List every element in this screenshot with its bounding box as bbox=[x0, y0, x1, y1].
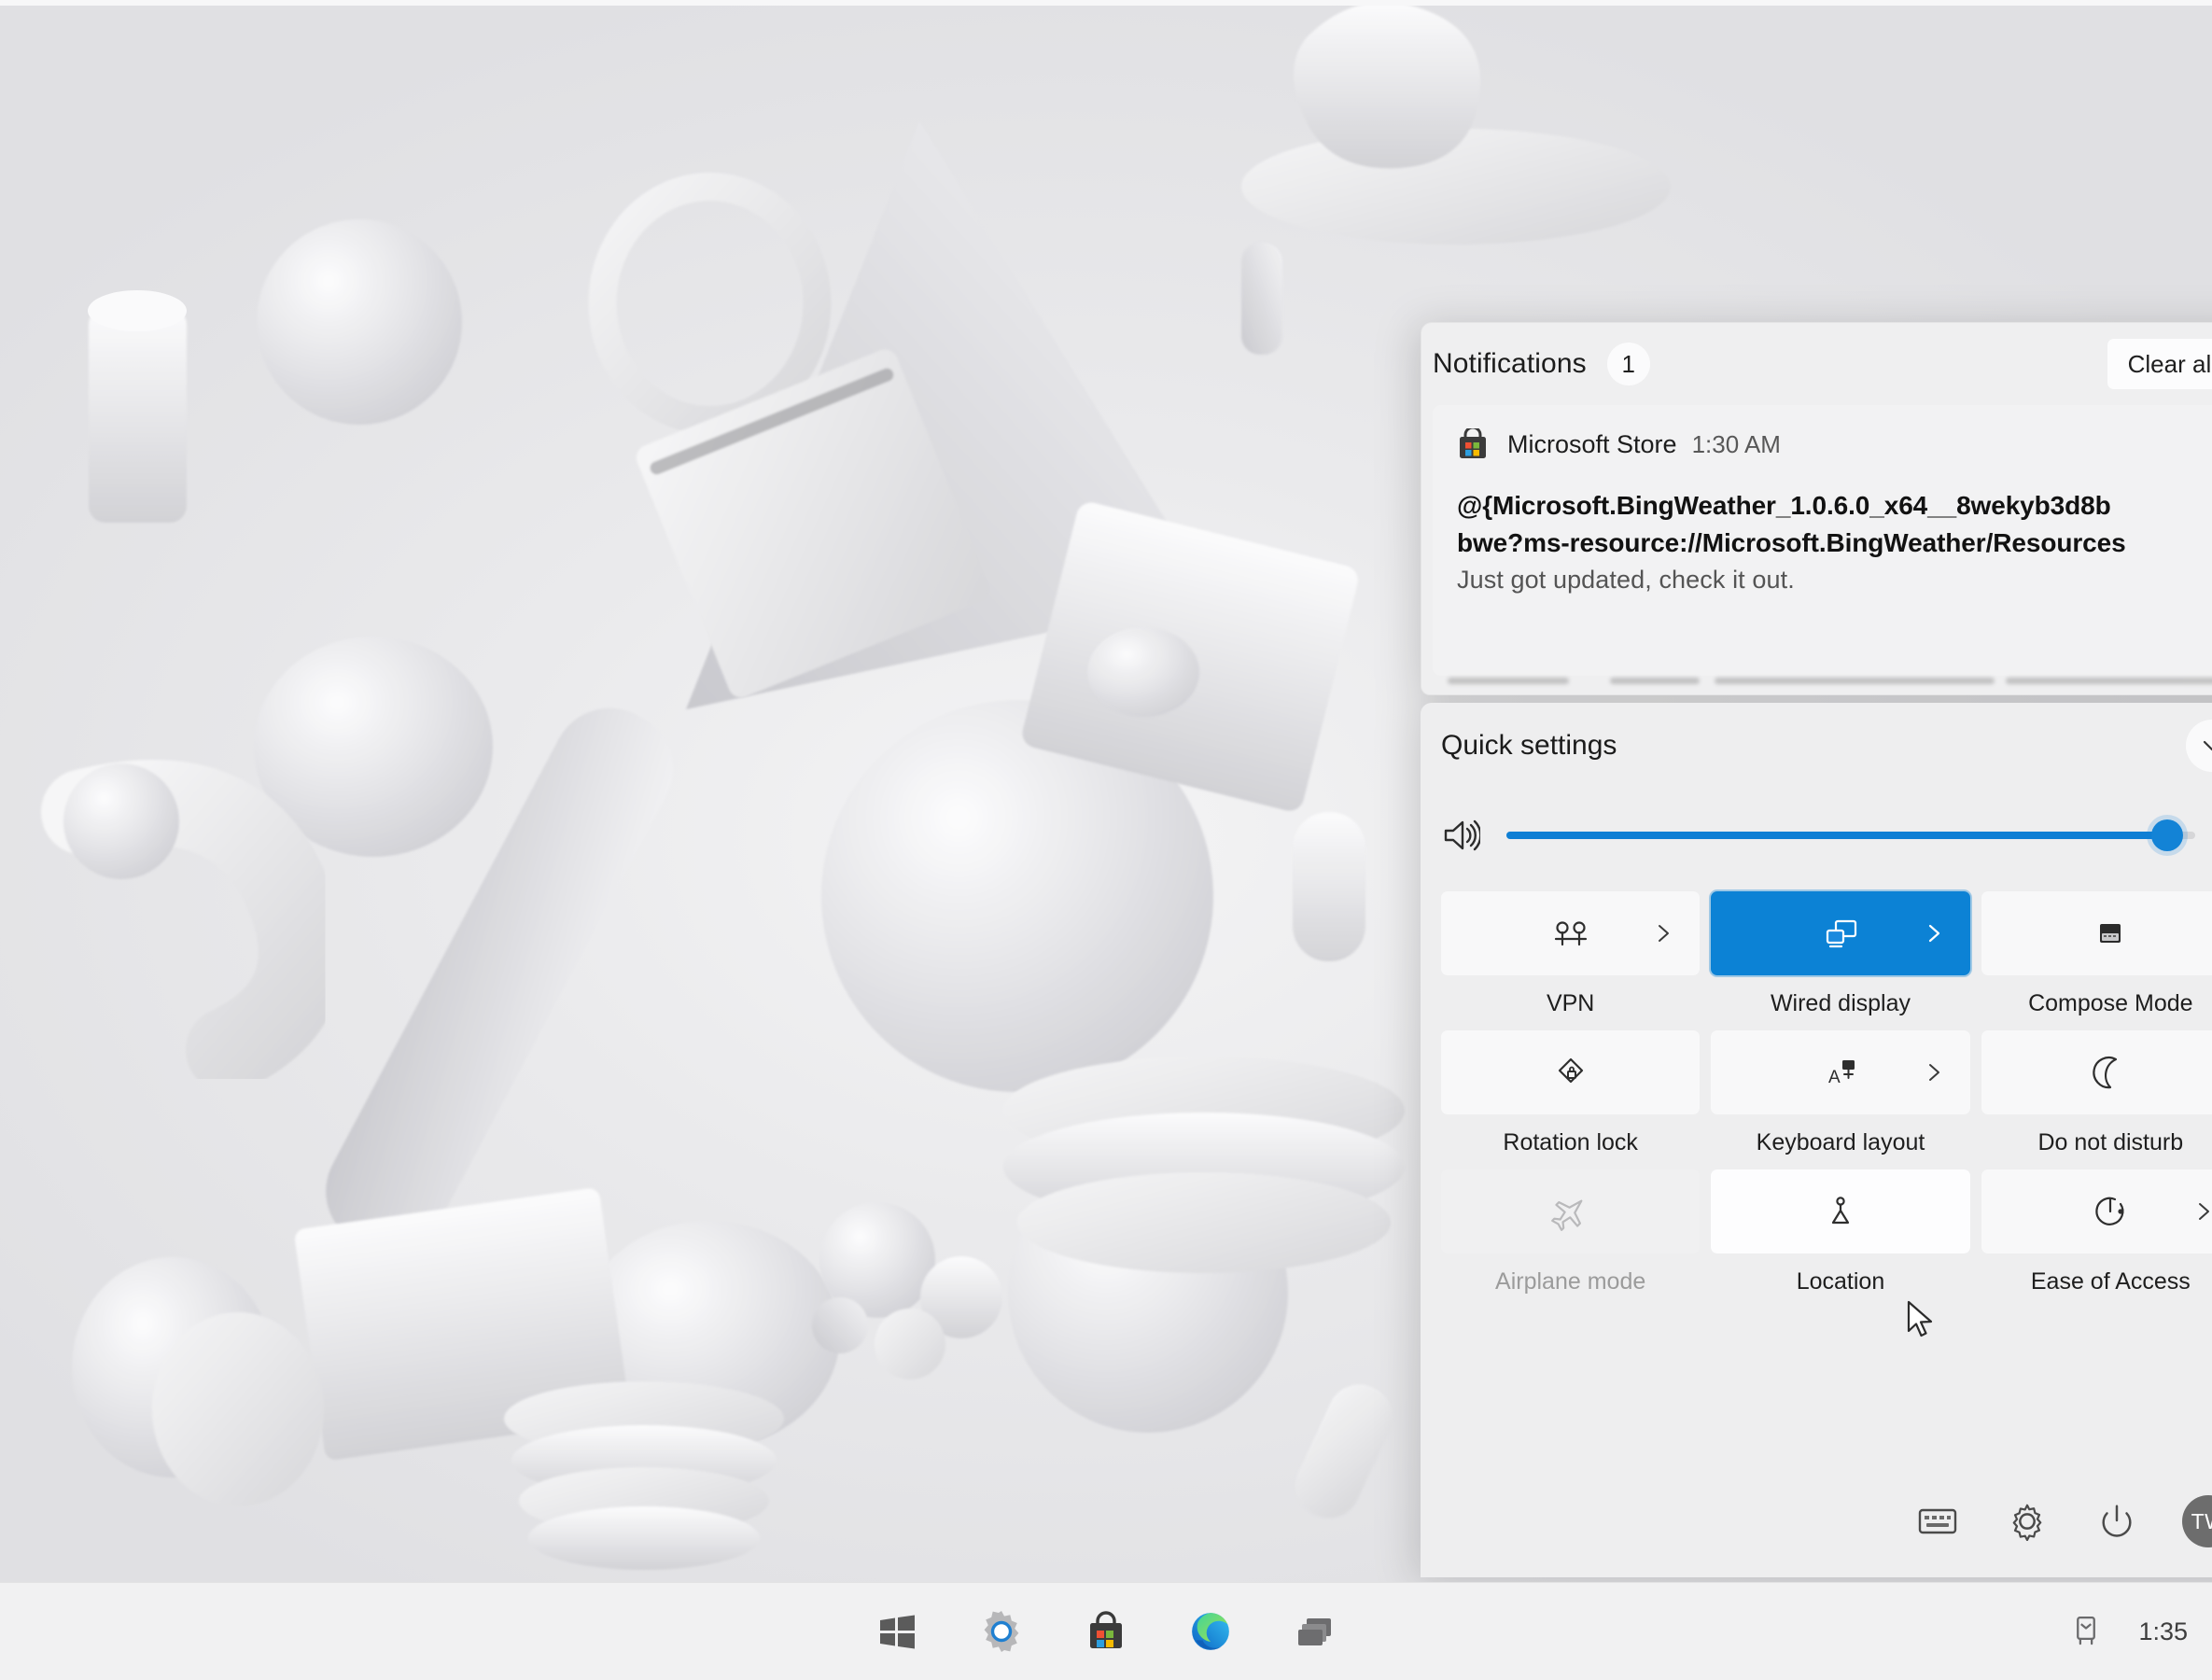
notification-center-flyout: Notifications 1 Clear all Microsoft Stor… bbox=[1421, 322, 2212, 1577]
location-icon bbox=[1820, 1191, 1861, 1232]
wired-display-tile-button[interactable] bbox=[1711, 891, 1970, 975]
chevron-right-icon[interactable] bbox=[1922, 921, 1946, 945]
system-tray: 1:35 bbox=[2064, 1609, 2188, 1654]
wallpaper-top-edge bbox=[0, 0, 2212, 6]
notification-time: 1:30 AM bbox=[1691, 429, 1781, 458]
notification-body-line-1: @{Microsoft.BingWeather_1.0.6.0_x64__8we… bbox=[1457, 491, 2111, 520]
tile-rotation-lock: Rotation lock bbox=[1441, 1030, 1701, 1156]
tile-ease-of-access: Ease of Access bbox=[1981, 1169, 2212, 1295]
notification-body-line-2: bwe?ms-resource://Microsoft.BingWeather/… bbox=[1457, 528, 2126, 557]
taskbar: 1:35 bbox=[0, 1582, 2212, 1680]
tile-compose-mode: Compose Mode bbox=[1981, 891, 2212, 1017]
tile-location: Location bbox=[1711, 1169, 1970, 1295]
svg-text:A: A bbox=[1828, 1068, 1841, 1087]
task-view-button[interactable] bbox=[1280, 1596, 1351, 1667]
clear-all-button[interactable]: Clear all bbox=[2107, 339, 2212, 389]
tile-keyboard-layout: A Keyboard layout bbox=[1711, 1030, 1970, 1156]
tile-label-ease-of-access: Ease of Access bbox=[2030, 1268, 2191, 1295]
volume-icon[interactable] bbox=[1441, 816, 1482, 855]
quick-settings-title: Quick settings bbox=[1441, 730, 1617, 761]
tile-label-keyboard-layout: Keyboard layout bbox=[1756, 1129, 1925, 1155]
chevron-right-icon[interactable] bbox=[2191, 1199, 2212, 1224]
notification-app-row: Microsoft Store 1:30 AM bbox=[1457, 426, 2212, 463]
power-icon[interactable] bbox=[2093, 1497, 2141, 1546]
input-indicator-icon[interactable] bbox=[2064, 1609, 2108, 1654]
quick-settings-panel: Quick settings VPN Wired display Compose… bbox=[1421, 703, 2212, 1577]
notifications-title: Notifications bbox=[1433, 348, 1587, 379]
taskbar-clock[interactable]: 1:35 bbox=[2138, 1617, 2188, 1646]
quick-settings-footer: TW bbox=[1421, 1465, 2212, 1577]
tile-vpn: VPN bbox=[1441, 891, 1701, 1017]
chevron-right-icon[interactable] bbox=[1651, 921, 1675, 945]
edge-button[interactable] bbox=[1175, 1596, 1246, 1667]
tile-label-location: Location bbox=[1796, 1268, 1885, 1295]
notifications-panel: Notifications 1 Clear all Microsoft Stor… bbox=[1421, 322, 2212, 695]
tile-label-wired-display: Wired display bbox=[1770, 990, 1911, 1016]
volume-slider-fill bbox=[1506, 832, 2168, 839]
quick-settings-header: Quick settings bbox=[1421, 703, 2212, 789]
tile-label-vpn: VPN bbox=[1546, 990, 1595, 1016]
notifications-header: Notifications 1 Clear all bbox=[1421, 323, 2212, 405]
tile-airplane-mode: Airplane mode bbox=[1441, 1169, 1701, 1295]
taskbar-center-group bbox=[861, 1596, 1351, 1667]
chevron-right-icon[interactable] bbox=[1922, 1060, 1946, 1085]
volume-slider-thumb[interactable] bbox=[2151, 819, 2184, 851]
rotation-lock-icon bbox=[1550, 1052, 1591, 1093]
microsoft-store-button[interactable] bbox=[1071, 1596, 1141, 1667]
gear-icon[interactable] bbox=[2003, 1497, 2051, 1546]
keyboard-icon[interactable] bbox=[1913, 1497, 1962, 1546]
location-tile-button[interactable] bbox=[1711, 1169, 1970, 1253]
tile-label-compose-mode: Compose Mode bbox=[2028, 990, 2193, 1016]
screen: Notifications 1 Clear all Microsoft Stor… bbox=[0, 0, 2212, 1680]
notification-app-name: Microsoft Store bbox=[1507, 429, 1677, 458]
rotation-lock-tile-button[interactable] bbox=[1441, 1030, 1701, 1114]
volume-slider-row bbox=[1421, 789, 2212, 882]
tile-do-not-disturb: Do not disturb bbox=[1981, 1030, 2212, 1156]
ease-of-access-icon bbox=[2090, 1191, 2131, 1232]
chevron-down-icon[interactable] bbox=[2186, 720, 2212, 772]
notifications-count-badge: 1 bbox=[1606, 343, 1650, 385]
vpn-icon bbox=[1550, 913, 1591, 954]
keyboard-layout-tile-button[interactable]: A bbox=[1711, 1030, 1970, 1114]
moon-icon bbox=[2090, 1052, 2131, 1093]
volume-slider[interactable] bbox=[1506, 819, 2195, 851]
settings-button[interactable] bbox=[966, 1596, 1037, 1667]
airplane-icon bbox=[1550, 1191, 1591, 1232]
tile-label-rotation-lock: Rotation lock bbox=[1503, 1129, 1638, 1155]
notification-item[interactable]: Microsoft Store 1:30 AM @{Microsoft.Bing… bbox=[1433, 405, 2212, 676]
compose-mode-tile-button[interactable] bbox=[1981, 891, 2212, 975]
tile-label-do-not-disturb: Do not disturb bbox=[2037, 1129, 2184, 1155]
airplane-mode-tile-button[interactable] bbox=[1441, 1169, 1701, 1253]
notification-body: @{Microsoft.BingWeather_1.0.6.0_x64__8we… bbox=[1457, 487, 2212, 562]
notification-subtext: Just got updated, check it out. bbox=[1457, 566, 1795, 594]
avatar[interactable]: TW bbox=[2182, 1495, 2212, 1547]
microsoft-store-icon bbox=[1457, 426, 1489, 460]
do-not-disturb-tile-button[interactable] bbox=[1981, 1030, 2212, 1114]
quick-settings-tiles-grid: VPN Wired display Compose Mode Rotation … bbox=[1421, 882, 2212, 1295]
vpn-tile-button[interactable] bbox=[1441, 891, 1701, 975]
wired-display-icon bbox=[1820, 913, 1861, 954]
notification-partial-preview bbox=[1435, 668, 2212, 693]
ease-of-access-tile-button[interactable] bbox=[1981, 1169, 2212, 1253]
compose-mode-icon bbox=[2090, 913, 2131, 954]
start-button[interactable] bbox=[861, 1596, 932, 1667]
keyboard-layout-icon: A bbox=[1820, 1052, 1861, 1093]
tile-wired-display: Wired display bbox=[1711, 891, 1970, 1017]
tile-label-airplane-mode: Airplane mode bbox=[1495, 1268, 1646, 1295]
